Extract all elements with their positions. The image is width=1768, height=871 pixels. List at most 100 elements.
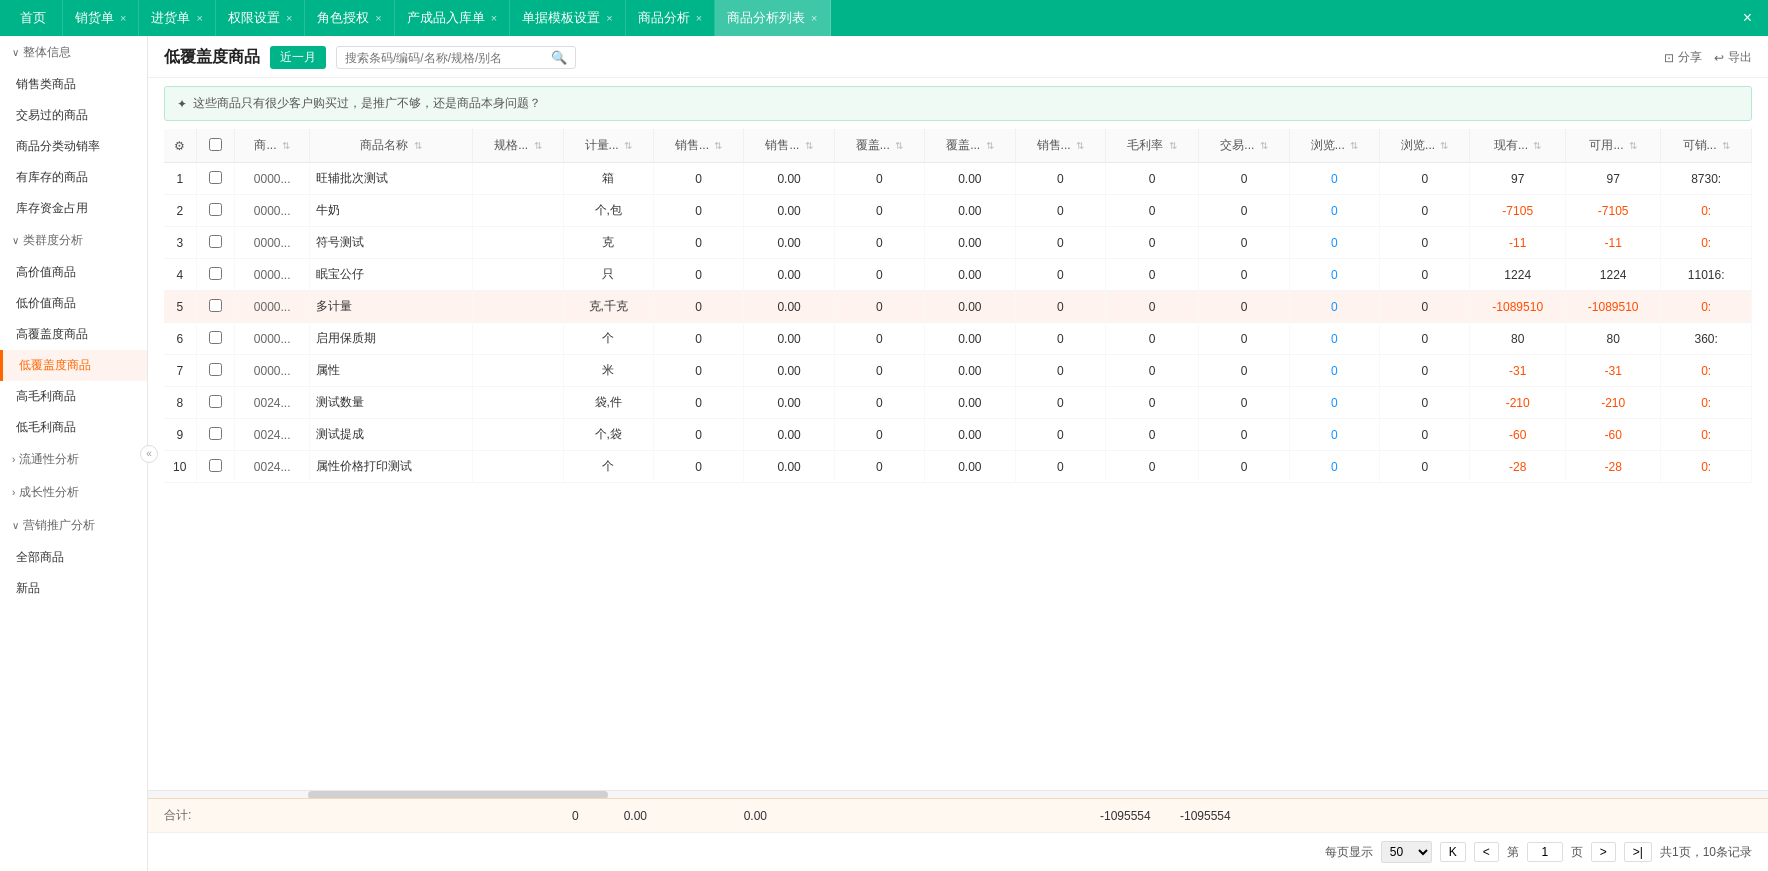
- sales-amt-column-header[interactable]: 销售... ⇅: [744, 129, 834, 163]
- row-select-checkbox[interactable]: [209, 331, 222, 344]
- current-stock-column-header[interactable]: 现有... ⇅: [1470, 129, 1565, 163]
- nav-tab-sales[interactable]: 销货单 ×: [63, 0, 139, 36]
- sidebar-item-high-value[interactable]: 高价值商品: [0, 257, 147, 288]
- sidebar-section-overview[interactable]: ∨ 整体信息: [0, 36, 147, 69]
- sidebar-item-low-margin[interactable]: 低毛利商品: [0, 412, 147, 443]
- sidebar-item-low-coverage[interactable]: 低覆盖度商品: [0, 350, 147, 381]
- nav-tab-role[interactable]: 角色授权 ×: [305, 0, 394, 36]
- available-column-header[interactable]: 可用... ⇅: [1565, 129, 1660, 163]
- export-button[interactable]: ↩ 导出: [1714, 49, 1752, 66]
- horizontal-scrollbar[interactable]: [148, 790, 1768, 798]
- row-checkbox[interactable]: [196, 291, 235, 323]
- row-browse1[interactable]: 0: [1289, 355, 1379, 387]
- cover2-column-header[interactable]: 覆盖... ⇅: [925, 129, 1015, 163]
- sidebar-item-stocked-goods[interactable]: 有库存的商品: [0, 162, 147, 193]
- first-page-button[interactable]: K: [1440, 842, 1466, 862]
- row-checkbox[interactable]: [196, 419, 235, 451]
- close-icon[interactable]: ×: [811, 12, 817, 24]
- settings-column-header[interactable]: ⚙: [164, 129, 196, 163]
- row-select-checkbox[interactable]: [209, 459, 222, 472]
- code-column-header[interactable]: 商... ⇅: [235, 129, 309, 163]
- row-select-checkbox[interactable]: [209, 299, 222, 312]
- checkbox-column-header[interactable]: [196, 129, 235, 163]
- row-checkbox[interactable]: [196, 163, 235, 195]
- row-checkbox[interactable]: [196, 195, 235, 227]
- next-page-button[interactable]: >: [1591, 842, 1616, 862]
- row-select-checkbox[interactable]: [209, 235, 222, 248]
- row-browse1[interactable]: 0: [1289, 163, 1379, 195]
- close-icon[interactable]: ×: [196, 12, 202, 24]
- row-checkbox[interactable]: [196, 355, 235, 387]
- nav-tab-purchase[interactable]: 进货单 ×: [139, 0, 215, 36]
- row-checkbox[interactable]: [196, 259, 235, 291]
- sidebar-item-high-coverage[interactable]: 高覆盖度商品: [0, 319, 147, 350]
- sales3-column-header[interactable]: 销售... ⇅: [1015, 129, 1105, 163]
- row-checkbox[interactable]: [196, 387, 235, 419]
- sidebar-section-growth[interactable]: › 成长性分析: [0, 476, 147, 509]
- banner-text: 这些商品只有很少客户购买过，是推广不够，还是商品本身问题？: [193, 95, 541, 112]
- row-select-checkbox[interactable]: [209, 267, 222, 280]
- trade-column-header[interactable]: 交易... ⇅: [1199, 129, 1289, 163]
- row-select-checkbox[interactable]: [209, 395, 222, 408]
- row-browse1[interactable]: 0: [1289, 451, 1379, 483]
- row-browse1[interactable]: 0: [1289, 387, 1379, 419]
- close-icon[interactable]: ×: [606, 12, 612, 24]
- close-icon[interactable]: ×: [696, 12, 702, 24]
- sidebar-item-new-goods[interactable]: 新品: [0, 573, 147, 604]
- browse2-column-header[interactable]: 浏览... ⇅: [1380, 129, 1470, 163]
- cover1-column-header[interactable]: 覆盖... ⇅: [834, 129, 924, 163]
- nav-tab-home[interactable]: 首页: [4, 0, 63, 36]
- row-checkbox[interactable]: [196, 323, 235, 355]
- row-checkbox[interactable]: [196, 227, 235, 259]
- select-all-checkbox[interactable]: [209, 138, 222, 151]
- share-button[interactable]: ⊡ 分享: [1664, 49, 1702, 66]
- spec-column-header[interactable]: 规格... ⇅: [473, 129, 563, 163]
- row-select-checkbox[interactable]: [209, 427, 222, 440]
- nav-tab-analysis[interactable]: 商品分析 ×: [626, 0, 715, 36]
- close-icon[interactable]: ×: [491, 12, 497, 24]
- search-input[interactable]: [345, 51, 551, 65]
- row-select-checkbox[interactable]: [209, 171, 222, 184]
- sidebar-item-all-goods[interactable]: 全部商品: [0, 542, 147, 573]
- row-browse1[interactable]: 0: [1289, 259, 1379, 291]
- sidebar-item-traded-goods[interactable]: 交易过的商品: [0, 100, 147, 131]
- sidebar-item-sales-goods[interactable]: 销售类商品: [0, 69, 147, 100]
- row-browse1[interactable]: 0: [1289, 323, 1379, 355]
- nav-tab-product[interactable]: 产成品入库单 ×: [395, 0, 510, 36]
- sidebar-item-low-value[interactable]: 低价值商品: [0, 288, 147, 319]
- sidebar-item-stock-capital[interactable]: 库存资金占用: [0, 193, 147, 224]
- sidebar-section-liquidity[interactable]: › 流通性分析: [0, 443, 147, 476]
- sidebar-item-high-margin[interactable]: 高毛利商品: [0, 381, 147, 412]
- row-select-checkbox[interactable]: [209, 203, 222, 216]
- window-close-button[interactable]: ×: [1731, 9, 1764, 27]
- nav-tab-analysis-list[interactable]: 商品分析列表 ×: [715, 0, 830, 36]
- row-browse1[interactable]: 0: [1289, 195, 1379, 227]
- sidebar-item-category-rate[interactable]: 商品分类动销率: [0, 131, 147, 162]
- sales-qty-column-header[interactable]: 销售... ⇅: [653, 129, 743, 163]
- period-button[interactable]: 近一月: [270, 46, 326, 69]
- gross-margin-column-header[interactable]: 毛利率 ⇅: [1105, 129, 1198, 163]
- info-banner: ✦ 这些商品只有很少客户购买过，是推广不够，还是商品本身问题？: [164, 86, 1752, 121]
- close-icon[interactable]: ×: [286, 12, 292, 24]
- close-icon[interactable]: ×: [375, 12, 381, 24]
- last-page-button[interactable]: >|: [1624, 842, 1652, 862]
- row-browse1[interactable]: 0: [1289, 291, 1379, 323]
- unit-column-header[interactable]: 计量... ⇅: [563, 129, 653, 163]
- sidebar-section-marketing[interactable]: ∨ 营销推广分析: [0, 509, 147, 542]
- page-size-select[interactable]: 50 100 200: [1381, 841, 1432, 863]
- close-icon[interactable]: ×: [120, 12, 126, 24]
- row-select-checkbox[interactable]: [209, 363, 222, 376]
- nav-tab-permission[interactable]: 权限设置 ×: [216, 0, 305, 36]
- sidebar-collapse-button[interactable]: «: [140, 445, 158, 463]
- name-column-header[interactable]: 商品名称 ⇅: [309, 129, 472, 163]
- browse1-column-header[interactable]: 浏览... ⇅: [1289, 129, 1379, 163]
- sidebar-section-cluster[interactable]: ∨ 类群度分析: [0, 224, 147, 257]
- saleable-column-header[interactable]: 可销... ⇅: [1661, 129, 1752, 163]
- row-browse1[interactable]: 0: [1289, 419, 1379, 451]
- prev-page-button[interactable]: <: [1474, 842, 1499, 862]
- row-checkbox[interactable]: [196, 451, 235, 483]
- page-number-input[interactable]: [1527, 842, 1563, 862]
- row-trade: 0: [1199, 259, 1289, 291]
- nav-tab-template[interactable]: 单据模板设置 ×: [510, 0, 625, 36]
- row-browse1[interactable]: 0: [1289, 227, 1379, 259]
